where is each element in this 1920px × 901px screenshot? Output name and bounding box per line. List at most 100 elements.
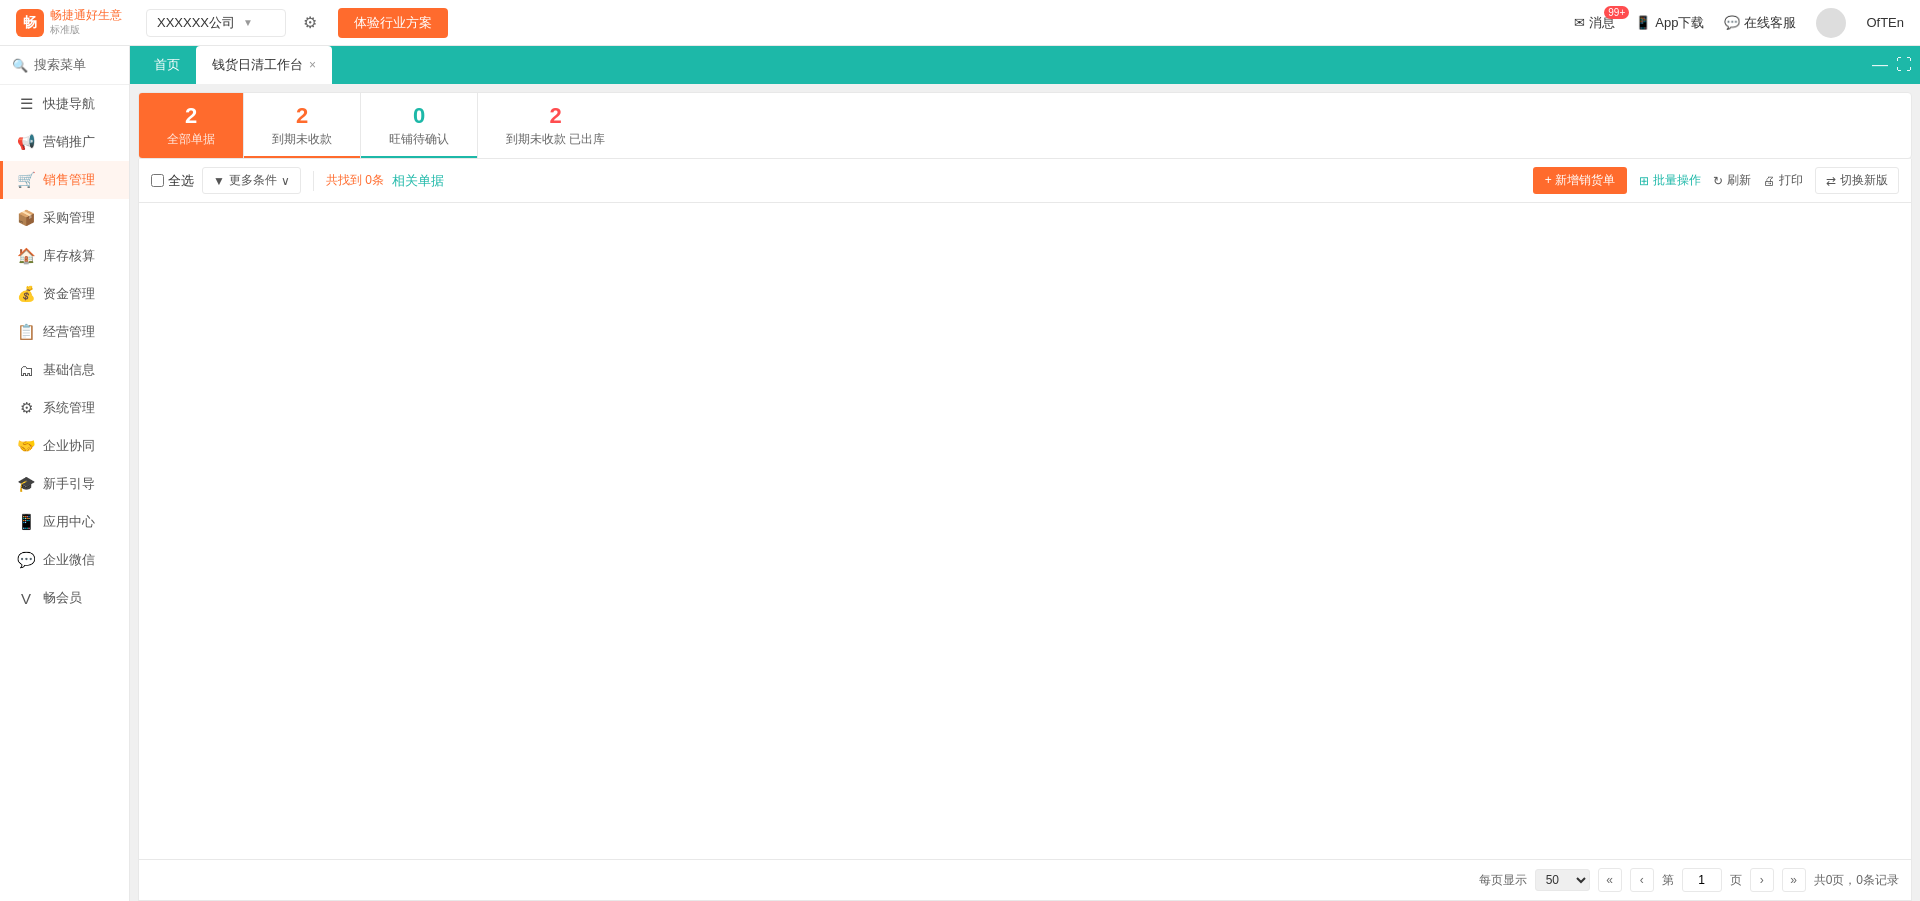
sidebar-item-wechat[interactable]: 💬 企业微信 bbox=[0, 541, 129, 579]
refresh-icon: ↻ bbox=[1713, 174, 1723, 188]
tab-underline-wangpu bbox=[361, 156, 477, 158]
sidebar-item-system[interactable]: ⚙ 系统管理 bbox=[0, 389, 129, 427]
company-dropdown-arrow: ▼ bbox=[243, 17, 253, 28]
tabbar-minimize-btn[interactable]: — bbox=[1872, 56, 1888, 74]
sidebar-item-finance[interactable]: 💰 资金管理 bbox=[0, 275, 129, 313]
sidebar-item-inventory[interactable]: 🏠 库存核算 bbox=[0, 237, 129, 275]
page-label: 第 bbox=[1662, 872, 1674, 889]
message-badge: 99+ bbox=[1604, 6, 1629, 19]
stats-label-all: 全部单据 bbox=[167, 131, 215, 148]
select-all-checkbox[interactable] bbox=[151, 174, 164, 187]
sidebar-item-enterprise[interactable]: 🤝 企业协同 bbox=[0, 427, 129, 465]
online-service-btn[interactable]: 💬 在线客服 bbox=[1724, 14, 1796, 32]
logo-icon: 畅 bbox=[16, 9, 44, 37]
tabbar-maximize-btn[interactable]: ⛶ bbox=[1896, 56, 1912, 74]
batch-label: 批量操作 bbox=[1653, 172, 1701, 189]
stats-label-wangpu: 旺铺待确认 bbox=[389, 131, 449, 148]
page-next-label: 页 bbox=[1730, 872, 1742, 889]
sales-icon: 🛒 bbox=[17, 171, 35, 189]
sidebar: 🔍 搜索菜单 ☰ 快捷导航 📢 营销推广 🛒 销售管理 📦 采购管理 🏠 库存核… bbox=[0, 46, 130, 901]
sidebar-item-purchase[interactable]: 📦 采购管理 bbox=[0, 199, 129, 237]
table-area bbox=[138, 203, 1912, 860]
stats-tab-wangpu[interactable]: 0 旺铺待确认 bbox=[361, 93, 478, 158]
logo-text: 畅捷通好生意 bbox=[50, 8, 122, 24]
sidebar-label-purchase: 采购管理 bbox=[43, 209, 95, 227]
trial-btn[interactable]: 体验行业方案 bbox=[338, 8, 448, 38]
refresh-btn[interactable]: ↻ 刷新 bbox=[1713, 172, 1751, 189]
username[interactable]: OfTEn bbox=[1866, 15, 1904, 30]
stats-tab-overdue[interactable]: 2 到期未收款 bbox=[244, 93, 361, 158]
sidebar-item-basics[interactable]: 🗂 基础信息 bbox=[0, 351, 129, 389]
service-icon: 💬 bbox=[1724, 15, 1740, 30]
print-btn[interactable]: 🖨 打印 bbox=[1763, 172, 1803, 189]
sidebar-label-system: 系统管理 bbox=[43, 399, 95, 417]
service-label: 在线客服 bbox=[1744, 14, 1796, 32]
sidebar-item-operations[interactable]: 📋 经营管理 bbox=[0, 313, 129, 351]
avatar[interactable] bbox=[1816, 8, 1846, 38]
sidebar-item-member[interactable]: V 畅会员 bbox=[0, 579, 129, 617]
basics-icon: 🗂 bbox=[17, 362, 35, 379]
add-sales-btn[interactable]: + 新增销货单 bbox=[1533, 167, 1627, 194]
message-icon: ✉ bbox=[1574, 15, 1585, 30]
search-label: 搜索菜单 bbox=[34, 56, 86, 74]
topbar: 畅 畅捷通好生意 标准版 XXXXXX公司 ▼ ⚙ 体验行业方案 ✉ 消息 99… bbox=[0, 0, 1920, 46]
tabbar-actions: — ⛶ bbox=[1872, 56, 1912, 74]
switch-version-btn[interactable]: ⇄ 切换新版 bbox=[1815, 167, 1899, 194]
filter-btn[interactable]: ▼ 更多条件 ∨ bbox=[202, 167, 301, 194]
guide-icon: 🎓 bbox=[17, 475, 35, 493]
page-size-select[interactable]: 50 100 200 bbox=[1535, 869, 1590, 891]
total-records: 共0页，0条记录 bbox=[1814, 872, 1899, 889]
first-page-btn[interactable]: « bbox=[1598, 868, 1622, 892]
main: 首页 钱货日清工作台 × — ⛶ 2 全部单据 2 到期未收款 bbox=[130, 46, 1920, 901]
sidebar-item-guide[interactable]: 🎓 新手引导 bbox=[0, 465, 129, 503]
switch-icon: ⇄ bbox=[1826, 174, 1836, 188]
logo: 畅 畅捷通好生意 标准版 bbox=[16, 8, 146, 38]
app-icon: 📱 bbox=[1635, 15, 1651, 30]
bottombar: 每页显示 50 100 200 « ‹ 第 页 › » 共0页，0条记录 bbox=[138, 860, 1912, 901]
stats-tab-all[interactable]: 2 全部单据 bbox=[139, 93, 244, 158]
page-size-label: 每页显示 bbox=[1479, 872, 1527, 889]
app-download-btn[interactable]: 📱 App下载 bbox=[1635, 14, 1704, 32]
last-page-btn[interactable]: » bbox=[1782, 868, 1806, 892]
sidebar-label-wechat: 企业微信 bbox=[43, 551, 95, 569]
batch-action-btn[interactable]: ⊞ 批量操作 bbox=[1639, 172, 1701, 189]
settings-icon[interactable]: ⚙ bbox=[294, 7, 326, 39]
stats-num-all: 2 bbox=[167, 103, 215, 129]
tab-current[interactable]: 钱货日清工作台 × bbox=[196, 46, 332, 84]
sidebar-search[interactable]: 🔍 搜索菜单 bbox=[0, 46, 129, 85]
sidebar-item-sales[interactable]: 🛒 销售管理 bbox=[0, 161, 129, 199]
stats-tabs: 2 全部单据 2 到期未收款 0 旺铺待确认 2 到期未收款 已出库 bbox=[138, 92, 1912, 159]
sidebar-label-guide: 新手引导 bbox=[43, 475, 95, 493]
sidebar-item-marketing[interactable]: 📢 营销推广 bbox=[0, 123, 129, 161]
app-label: App下载 bbox=[1655, 14, 1704, 32]
next-page-btn[interactable]: › bbox=[1750, 868, 1774, 892]
print-label: 打印 bbox=[1779, 172, 1803, 189]
sidebar-label-appcenter: 应用中心 bbox=[43, 513, 95, 531]
stats-tab-shipped[interactable]: 2 到期未收款 已出库 bbox=[478, 93, 633, 158]
sidebar-item-appcenter[interactable]: 📱 应用中心 bbox=[0, 503, 129, 541]
stats-num-overdue: 2 bbox=[272, 103, 332, 129]
select-all-label[interactable]: 全选 bbox=[151, 172, 194, 190]
prev-page-btn[interactable]: ‹ bbox=[1630, 868, 1654, 892]
logo-sub: 标准版 bbox=[50, 23, 122, 37]
company-selector[interactable]: XXXXXX公司 ▼ bbox=[146, 9, 286, 37]
marketing-icon: 📢 bbox=[17, 133, 35, 151]
sidebar-label-member: 畅会员 bbox=[43, 589, 82, 607]
appcenter-icon: 📱 bbox=[17, 513, 35, 531]
sidebar-label-finance: 资金管理 bbox=[43, 285, 95, 303]
filter-arrow: ∨ bbox=[281, 174, 290, 188]
switch-label: 切换新版 bbox=[1840, 172, 1888, 189]
print-icon: 🖨 bbox=[1763, 174, 1775, 188]
empty-state bbox=[139, 203, 1911, 859]
company-name: XXXXXX公司 bbox=[157, 14, 235, 32]
message-btn[interactable]: ✉ 消息 99+ bbox=[1574, 14, 1615, 32]
tab-home[interactable]: 首页 bbox=[138, 46, 196, 84]
quicknav-icon: ☰ bbox=[17, 95, 35, 113]
toolbar-count: 共找到 0条 bbox=[326, 172, 384, 189]
current-page-input[interactable] bbox=[1682, 868, 1722, 892]
tab-close-btn[interactable]: × bbox=[309, 58, 316, 72]
sidebar-item-quicknav[interactable]: ☰ 快捷导航 bbox=[0, 85, 129, 123]
sidebar-label-enterprise: 企业协同 bbox=[43, 437, 95, 455]
tab-underline-overdue bbox=[244, 156, 360, 158]
sidebar-label-operations: 经营管理 bbox=[43, 323, 95, 341]
